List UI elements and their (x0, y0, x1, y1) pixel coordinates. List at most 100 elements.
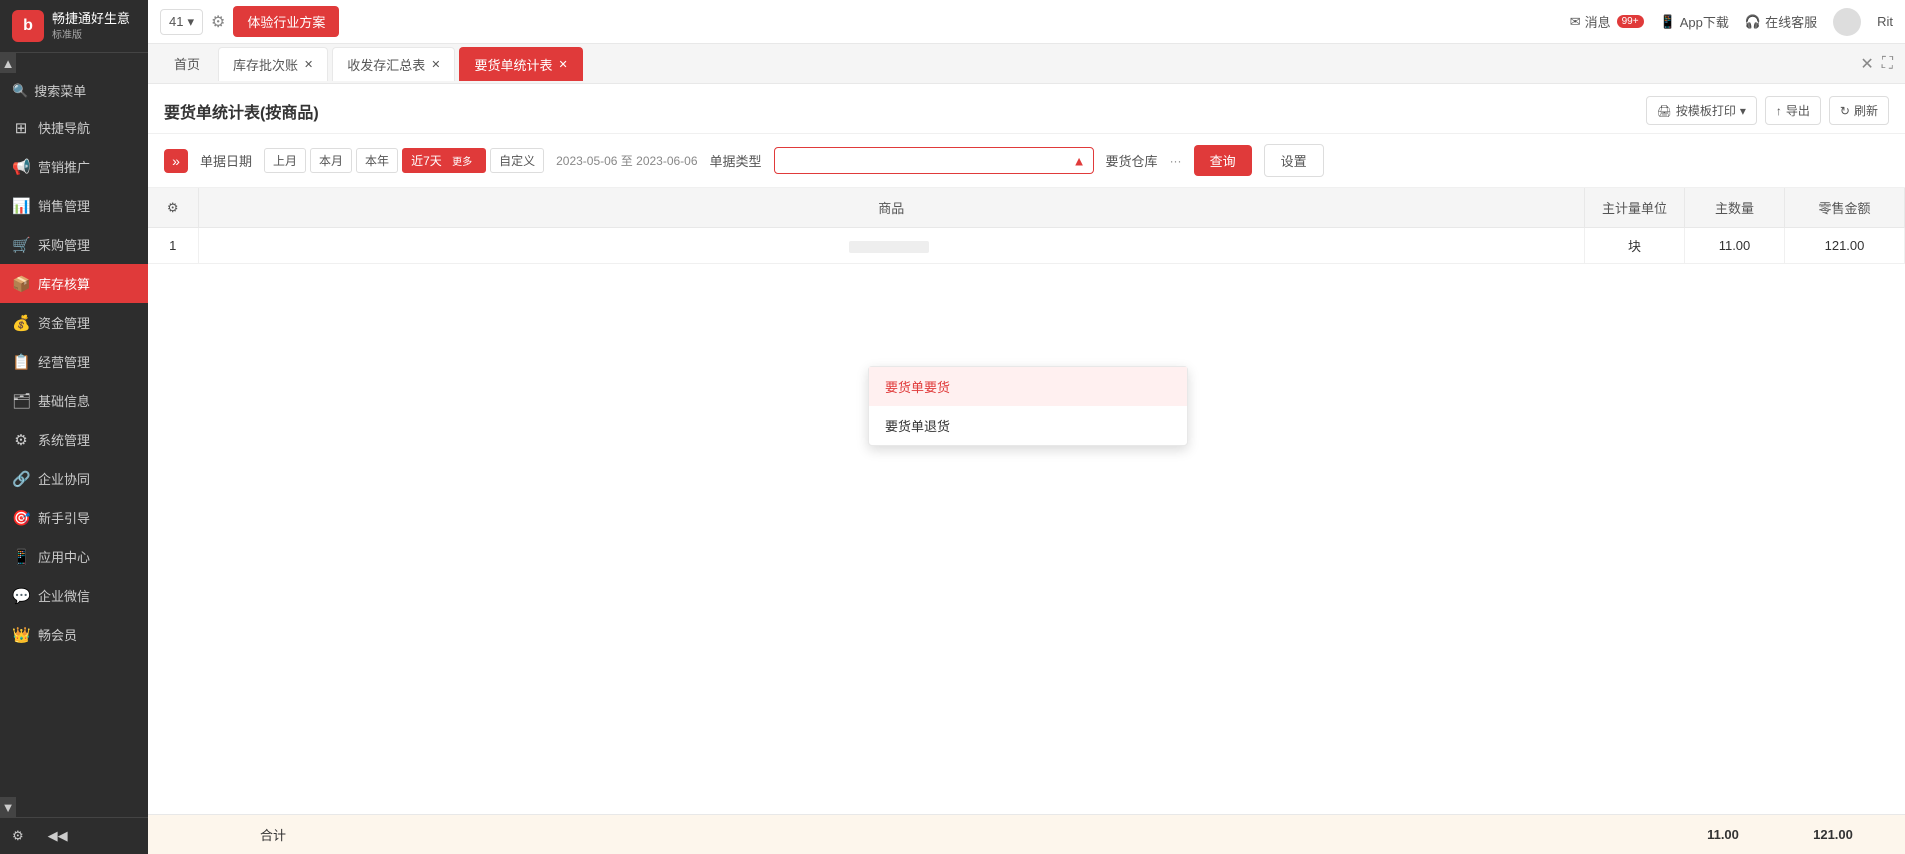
expand-icon: » (172, 153, 180, 169)
message-button[interactable]: ✉ 消息 99+ (1570, 12, 1644, 31)
operation-icon: 📋 (12, 353, 30, 371)
type-filter-label: 单据类型 (710, 151, 762, 170)
sidebar-item-system[interactable]: ⚙ 系统管理 (0, 420, 148, 459)
cell-goods (198, 228, 1585, 264)
tab-home-label: 首页 (174, 54, 200, 73)
sidebar-collapse-icon[interactable]: ◀◀ (48, 828, 68, 844)
export-button[interactable]: ↑ 导出 (1765, 96, 1821, 125)
sidebar-nav: ⊞ 快捷导航 📢 营销推广 📊 销售管理 🛒 采购管理 📦 库存核算 💰 资金管… (0, 108, 148, 797)
online-service-button[interactable]: 🎧 在线客服 (1745, 12, 1817, 31)
col-settings[interactable]: ⚙ (148, 188, 198, 228)
date-btn-this-year[interactable]: 本年 (356, 148, 398, 173)
sidebar-settings-icon[interactable]: ⚙ (12, 828, 24, 844)
query-button[interactable]: 查询 (1194, 145, 1252, 176)
sidebar-item-basic[interactable]: 🗂 基础信息 (0, 381, 148, 420)
tab-collection-summary-label: 收发存汇总表 (347, 55, 425, 74)
sidebar-item-label: 企业协同 (38, 469, 90, 488)
sidebar-item-enterprise[interactable]: 🔗 企业协同 (0, 459, 148, 498)
sidebar-item-marketing[interactable]: 📢 营销推广 (0, 147, 148, 186)
sidebar-scroll-down[interactable]: ▼ (0, 797, 16, 817)
settings-button[interactable]: 设置 (1264, 144, 1324, 177)
store-selector[interactable]: 41 ▾ (160, 9, 203, 35)
data-table: ⚙ 商品 主计量单位 主数量 零售金额 1 块 (148, 188, 1905, 264)
print-label: 按模板打印 (1676, 102, 1736, 119)
user-avatar[interactable] (1833, 8, 1861, 36)
date-custom-button[interactable]: 自定义 (490, 148, 544, 173)
sidebar-item-label: 库存核算 (38, 274, 90, 293)
col-amount: 零售金额 (1785, 188, 1905, 228)
sidebar-item-purchase[interactable]: 🛒 采购管理 (0, 225, 148, 264)
sidebar-item-newbie[interactable]: 🎯 新手引导 (0, 498, 148, 537)
sidebar-item-inventory[interactable]: 📦 库存核算 (0, 264, 148, 303)
tab-order-summary-label: 要货单统计表 (474, 55, 552, 74)
type-dropdown-toggle[interactable]: ▲ (1073, 153, 1086, 168)
sidebar-item-wechat[interactable]: 💬 企业微信 (0, 576, 148, 615)
sidebar-item-quick-nav[interactable]: ⊞ 快捷导航 (0, 108, 148, 147)
purchase-icon: 🛒 (12, 236, 30, 254)
sidebar-item-label: 企业微信 (38, 586, 90, 605)
sidebar: b 畅捷通好生意 标准版 ▲ 🔍 搜索菜单 ⊞ 快捷导航 📢 营销推广 📊 销售… (0, 0, 148, 854)
type-filter-input[interactable] (774, 147, 1094, 174)
sidebar-item-label: 资金管理 (38, 313, 90, 332)
dropdown-item-order-return[interactable]: 要货单退货 (869, 406, 1187, 445)
dropdown-item-label: 要货单退货 (885, 419, 950, 434)
sidebar-item-vip[interactable]: 👑 畅会员 (0, 615, 148, 654)
date-btn-this-month[interactable]: 本月 (310, 148, 352, 173)
export-icon: ↑ (1776, 104, 1782, 118)
tab-order-summary[interactable]: 要货单统计表 ✕ (459, 47, 582, 81)
page-header: 要货单统计表(按商品) 🖨 按模板打印 ▾ ↑ 导出 ↻ 刷新 (148, 84, 1905, 134)
col-quantity: 主数量 (1685, 188, 1785, 228)
online-service-label: 在线客服 (1765, 12, 1817, 31)
warehouse-more-button[interactable]: ··· (1170, 154, 1182, 168)
app-download-label: App下载 (1680, 12, 1729, 31)
sidebar-search[interactable]: 🔍 搜索菜单 (0, 73, 148, 108)
total-spacer: 合计 (260, 825, 1673, 844)
refresh-button[interactable]: ↻ 刷新 (1829, 96, 1889, 125)
quick-nav-icon: ⊞ (12, 119, 30, 137)
sidebar-logo: b 畅捷通好生意 标准版 (0, 0, 148, 53)
sidebar-item-label: 基础信息 (38, 391, 90, 410)
dropdown-item-order-goods[interactable]: 要货单要货 (869, 367, 1187, 406)
export-label: 导出 (1786, 102, 1810, 119)
table-row: 1 块 11.00 121.00 (148, 228, 1905, 264)
date-btn-last-month[interactable]: 上月 (264, 148, 306, 173)
cell-seq: 1 (148, 228, 198, 264)
user-name: Rit (1877, 14, 1893, 29)
tabbar-actions: ✕ ⛶ (1860, 54, 1893, 74)
total-label: 合计 (260, 828, 286, 843)
column-settings-icon[interactable]: ⚙ (167, 200, 179, 215)
sidebar-scroll-up[interactable]: ▲ (0, 53, 16, 73)
sidebar-item-label: 经营管理 (38, 352, 90, 371)
sidebar-item-apps[interactable]: 📱 应用中心 (0, 537, 148, 576)
sidebar-item-operation[interactable]: 📋 经营管理 (0, 342, 148, 381)
date-btn-last-7days[interactable]: 近7天 更多 (402, 148, 486, 173)
store-name: 41 (169, 14, 183, 29)
tab-collection-summary[interactable]: 收发存汇总表 ✕ (332, 47, 455, 81)
topbar-settings-icon[interactable]: ⚙ (211, 12, 225, 32)
page-content: 要货单统计表(按商品) 🖨 按模板打印 ▾ ↑ 导出 ↻ 刷新 (148, 84, 1905, 854)
sidebar-item-label: 系统管理 (38, 430, 90, 449)
tab-fullscreen-icon[interactable]: ⛶ (1882, 55, 1893, 73)
page-title: 要货单统计表(按商品) (164, 99, 319, 123)
online-service-icon: 🎧 (1745, 14, 1761, 30)
app-logo-icon: b (12, 10, 44, 42)
app-brand-name: 畅捷通好生意 (52, 11, 130, 27)
tab-close-all-icon[interactable]: ✕ (1860, 54, 1873, 74)
message-badge: 99+ (1617, 15, 1644, 28)
trial-button[interactable]: 体验行业方案 (233, 6, 339, 37)
tab-batch-account-close[interactable]: ✕ (304, 58, 313, 71)
refresh-label: 刷新 (1854, 102, 1878, 119)
app-download-button[interactable]: 📱 App下载 (1660, 12, 1729, 31)
main-area: 41 ▾ ⚙ 体验行业方案 ✉ 消息 99+ 📱 App下载 🎧 在线客服 Ri… (148, 0, 1905, 854)
tab-collection-summary-close[interactable]: ✕ (431, 58, 440, 71)
tab-batch-account[interactable]: 库存批次账 ✕ (218, 47, 328, 81)
print-template-button[interactable]: 🖨 按模板打印 ▾ (1646, 96, 1757, 125)
store-dropdown-icon: ▾ (187, 14, 194, 30)
topbar-left: 41 ▾ ⚙ 体验行业方案 (160, 6, 1562, 37)
sidebar-item-finance[interactable]: 💰 资金管理 (0, 303, 148, 342)
sidebar-search-label: 搜索菜单 (34, 81, 86, 100)
tab-home[interactable]: 首页 (160, 47, 214, 81)
tab-order-summary-close[interactable]: ✕ (559, 58, 568, 71)
sidebar-item-sales[interactable]: 📊 销售管理 (0, 186, 148, 225)
filter-expand-button[interactable]: » (164, 149, 188, 173)
